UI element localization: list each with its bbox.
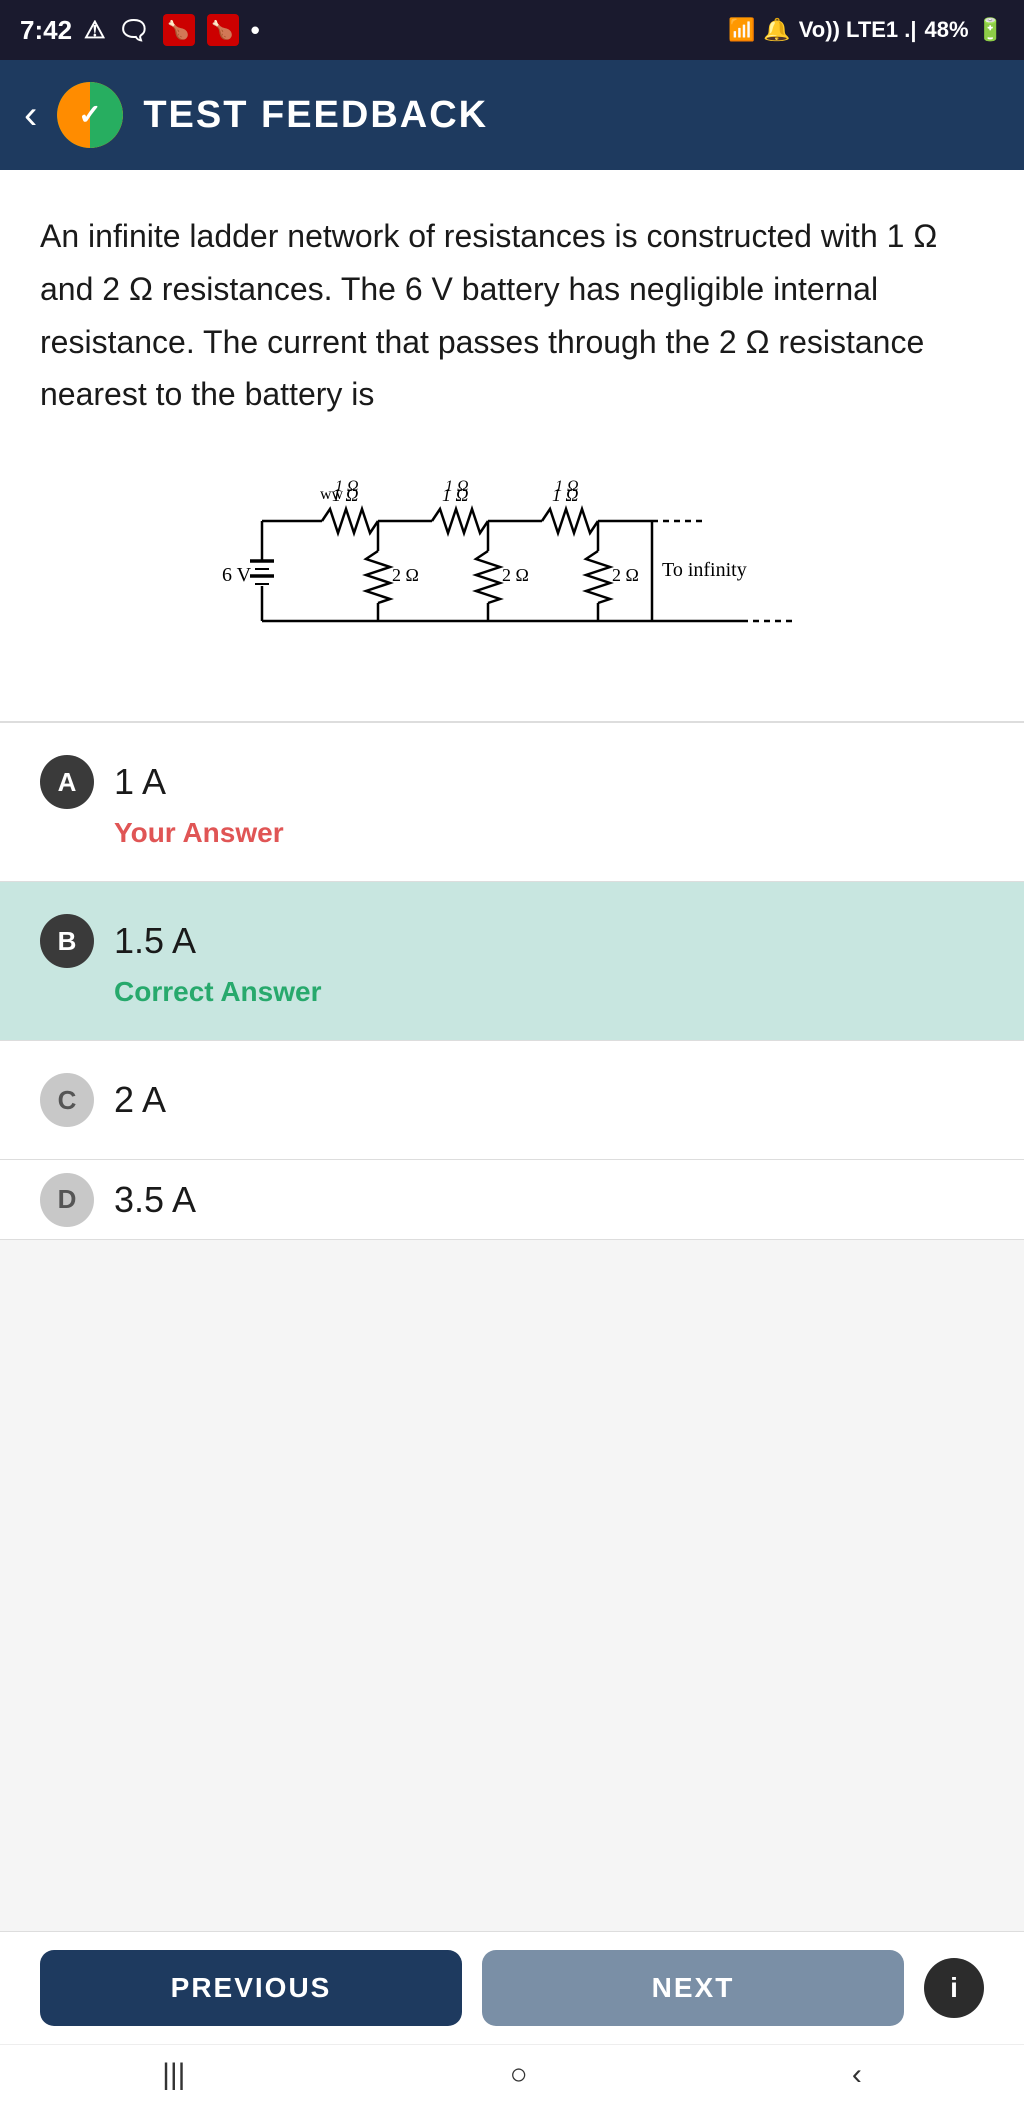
network-icon: 🔔 (763, 17, 790, 43)
option-b-label: B (58, 926, 77, 957)
svg-text:1 Ω: 1 Ω (335, 478, 359, 495)
info-button[interactable]: i (924, 1958, 984, 2018)
app-logo: ✓ (57, 82, 123, 148)
option-c-row: C 2 A (40, 1073, 984, 1127)
header: ‹ ✓ TEST FEEDBACK (0, 60, 1024, 170)
svg-text:1 Ω: 1 Ω (555, 478, 579, 495)
option-c-circle: C (40, 1073, 94, 1127)
option-b-row: B 1.5 A (40, 914, 984, 968)
option-b-value: 1.5 A (114, 920, 196, 962)
svg-text:To infinity: To infinity (662, 559, 747, 581)
wifi-icon: 📶 (728, 17, 755, 43)
option-a-circle: A (40, 755, 94, 809)
option-d-label: D (58, 1184, 77, 1215)
question-text: An infinite ladder network of resistance… (40, 210, 984, 421)
alert-icon: ⚠ (84, 16, 106, 45)
option-a-label: A (58, 767, 77, 798)
app-icon-2: 🍗 (207, 14, 239, 46)
signal-icon: Vo)) LTE1 .| (799, 17, 917, 43)
bottom-navigation: PREVIOUS NEXT i (0, 1931, 1024, 2044)
option-c[interactable]: C 2 A (0, 1041, 1024, 1160)
back-button[interactable]: ‹ (24, 95, 37, 135)
options-container: A 1 A Your Answer B 1.5 A Correct Answer… (0, 723, 1024, 1240)
chat-icon: 🗨 (118, 15, 151, 46)
home-button[interactable]: ○ (510, 2058, 528, 2092)
option-d-circle: D (40, 1173, 94, 1227)
next-button[interactable]: NEXT (482, 1950, 904, 2026)
svg-text:6 V: 6 V (222, 564, 252, 586)
svg-text:2 Ω: 2 Ω (612, 565, 639, 585)
option-a-tag: Your Answer (114, 817, 984, 849)
status-right: 📶 🔔 Vo)) LTE1 .| 48% 🔋 (728, 17, 1004, 43)
option-a-row: A 1 A (40, 755, 984, 809)
option-a[interactable]: A 1 A Your Answer (0, 723, 1024, 882)
option-b-tag: Correct Answer (114, 976, 984, 1008)
time-display: 7:42 (20, 15, 72, 46)
option-d[interactable]: D 3.5 A (0, 1160, 1024, 1240)
status-bar: 7:42 ⚠ 🗨 🍗 🍗 • 📶 🔔 Vo)) LTE1 .| 48% 🔋 (0, 0, 1024, 60)
option-a-value: 1 A (114, 761, 166, 803)
dot-indicator: • (251, 15, 260, 46)
logo-svg: ✓ (57, 82, 123, 148)
option-d-value: 3.5 A (114, 1179, 196, 1221)
back-nav-button[interactable]: ‹ (852, 2058, 862, 2092)
option-c-label: C (58, 1085, 77, 1116)
previous-button[interactable]: PREVIOUS (40, 1950, 462, 2026)
svg-text:2 Ω: 2 Ω (392, 565, 419, 585)
system-nav-bar: ||| ○ ‹ (0, 2044, 1024, 2104)
battery-display: 48% (925, 17, 969, 43)
option-b[interactable]: B 1.5 A Correct Answer (0, 882, 1024, 1041)
page-title: TEST FEEDBACK (143, 94, 488, 137)
recent-apps-button[interactable]: ||| (162, 2058, 185, 2092)
status-left: 7:42 ⚠ 🗨 🍗 🍗 • (20, 14, 260, 46)
battery-icon: 🔋 (977, 17, 1004, 43)
option-b-circle: B (40, 914, 94, 968)
circuit-diagram: 1 Ω ww 1 Ω 1 Ω 6 V (40, 451, 984, 671)
svg-text:✓: ✓ (79, 99, 102, 130)
main-content: An infinite ladder network of resistance… (0, 170, 1024, 721)
option-c-value: 2 A (114, 1079, 166, 1121)
circuit-svg: 1 Ω ww 1 Ω 1 Ω 6 V (222, 461, 802, 661)
svg-text:1 Ω: 1 Ω (445, 478, 469, 495)
svg-text:2 Ω: 2 Ω (502, 565, 529, 585)
app-icon-1: 🍗 (163, 14, 195, 46)
